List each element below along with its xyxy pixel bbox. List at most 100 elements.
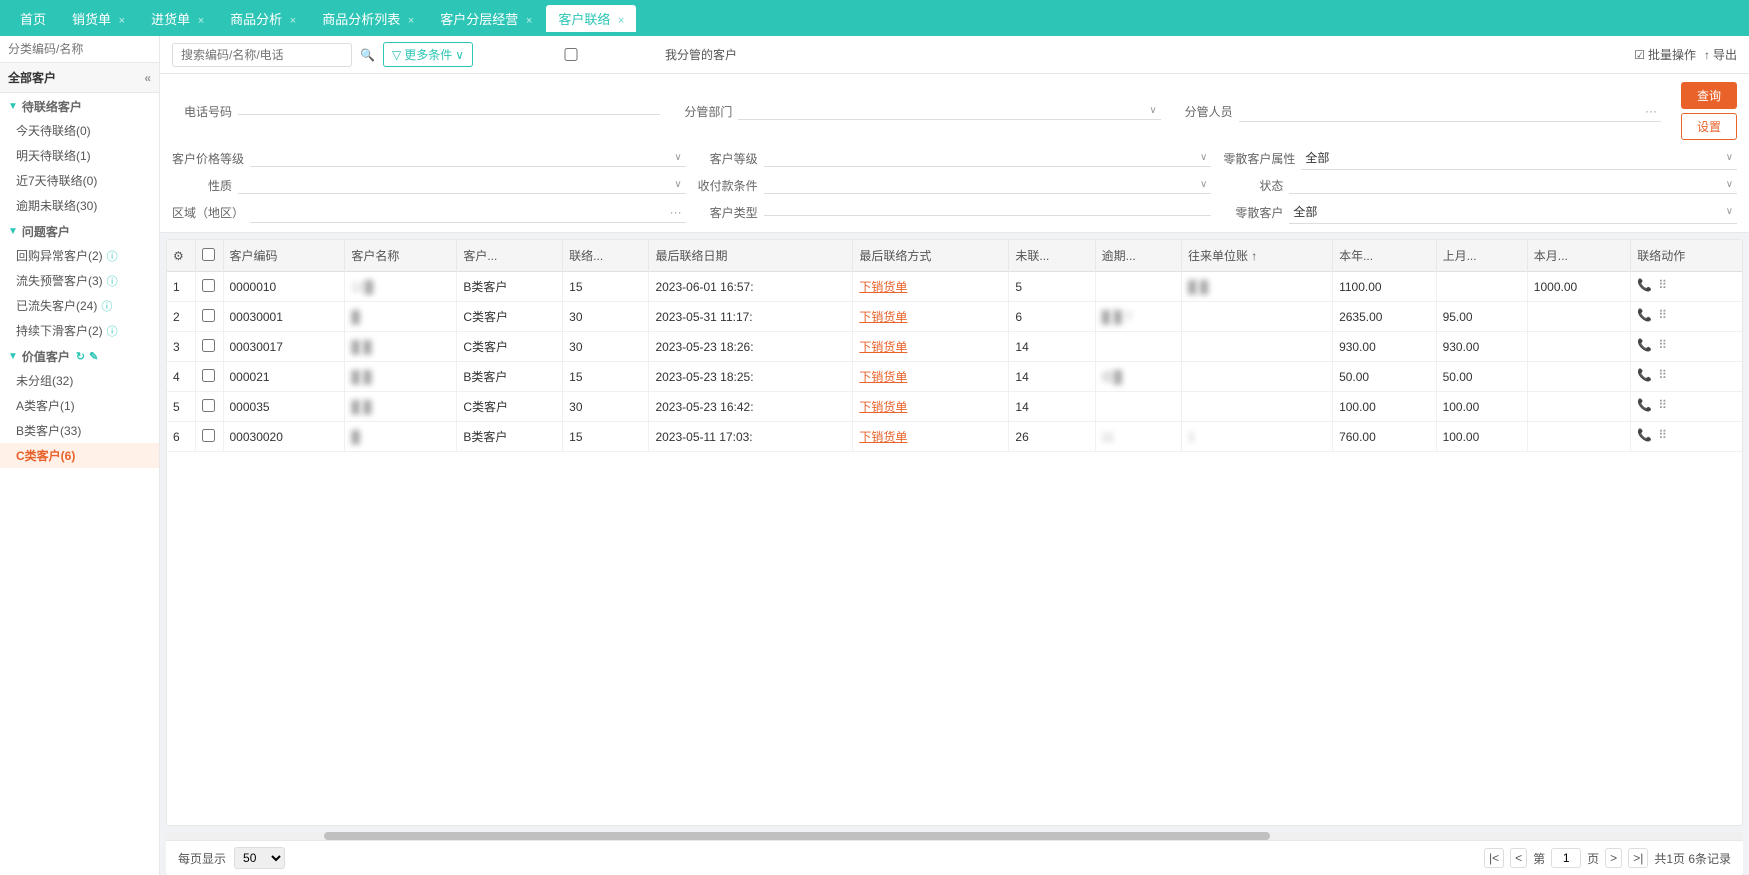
edit-icon[interactable]: ✎ xyxy=(89,350,98,363)
action-phone-icon[interactable]: 📞 xyxy=(1637,428,1652,442)
nav-goods-analysis[interactable]: 商品分析 × xyxy=(218,5,308,32)
row-last-method[interactable]: 下销货单 xyxy=(853,392,1009,422)
select-all-checkbox[interactable] xyxy=(202,248,215,261)
row-actions[interactable]: 📞 ⠿ xyxy=(1631,392,1742,418)
customer-type-input[interactable] xyxy=(764,209,1212,216)
nav-purchase[interactable]: 进货单 × xyxy=(139,5,216,32)
close-purchase-icon[interactable]: × xyxy=(198,15,204,27)
nav-customer-contact[interactable]: 客户联络 × xyxy=(546,5,636,32)
close-sales-icon[interactable]: × xyxy=(119,15,125,27)
row-checkbox[interactable] xyxy=(202,399,215,412)
row-actions[interactable]: 📞 ⠿ xyxy=(1631,362,1742,388)
refresh-icon[interactable]: ↻ xyxy=(76,350,85,363)
price-level-select[interactable]: ∨ xyxy=(250,149,686,167)
scrollbar-thumb[interactable] xyxy=(324,832,1270,840)
row-select[interactable] xyxy=(195,362,223,392)
sidebar-all-customers[interactable]: 全部客户 « xyxy=(0,63,159,93)
row-actions[interactable]: 📞 ⠿ xyxy=(1631,332,1742,358)
action-more-icon[interactable]: ⠿ xyxy=(1658,338,1667,352)
action-more-icon[interactable]: ⠿ xyxy=(1658,398,1667,412)
sidebar-item-class-c[interactable]: C类客户(6) xyxy=(0,443,159,468)
row-checkbox[interactable] xyxy=(202,429,215,442)
sidebar-item-tomorrow[interactable]: 明天待联络(1) xyxy=(0,143,159,168)
sidebar-item-class-a[interactable]: A类客户(1) xyxy=(0,393,159,418)
action-phone-icon[interactable]: 📞 xyxy=(1637,338,1652,352)
nav-customer-tier[interactable]: 客户分层经营 × xyxy=(428,5,544,32)
dept-select[interactable]: ∨ xyxy=(738,102,1160,120)
scatter-customer-select[interactable]: 全部 ∨ xyxy=(1289,200,1737,224)
nav-sales[interactable]: 销货单 × xyxy=(60,5,137,32)
row-checkbox[interactable] xyxy=(202,339,215,352)
search-icon[interactable]: 🔍 xyxy=(360,48,375,62)
row-last-method[interactable]: 下销货单 xyxy=(853,362,1009,392)
prev-page-btn[interactable]: < xyxy=(1510,848,1527,868)
nature-select[interactable]: ∨ xyxy=(238,176,686,194)
payment-select[interactable]: ∨ xyxy=(764,176,1212,194)
sidebar-search-input[interactable] xyxy=(8,42,160,56)
sidebar-item-unclassified[interactable]: 未分组(32) xyxy=(0,368,159,393)
search-input[interactable] xyxy=(172,43,352,67)
nav-goods-list[interactable]: 商品分析列表 × xyxy=(310,5,426,32)
row-last-method[interactable]: 下销货单 xyxy=(853,422,1009,452)
manager-input[interactable]: ··· xyxy=(1239,101,1661,122)
last-method-link[interactable]: 下销货单 xyxy=(859,430,907,444)
row-last-method[interactable]: 下销货单 xyxy=(853,302,1009,332)
sidebar-item-class-b[interactable]: B类客户(33) xyxy=(0,418,159,443)
action-more-icon[interactable]: ⠿ xyxy=(1658,428,1667,442)
query-button[interactable]: 查询 xyxy=(1681,82,1737,109)
close-tier-icon[interactable]: × xyxy=(526,15,532,27)
close-goods-icon[interactable]: × xyxy=(290,15,296,27)
first-page-btn[interactable]: |< xyxy=(1484,848,1504,868)
row-select[interactable] xyxy=(195,332,223,362)
batch-op-btn[interactable]: ☑ 批量操作 xyxy=(1634,46,1696,63)
scatter-attr-select[interactable]: 全部 ∨ xyxy=(1301,146,1737,170)
region-input[interactable]: ··· xyxy=(250,202,686,223)
last-method-link[interactable]: 下销货单 xyxy=(859,280,907,294)
next-page-btn[interactable]: > xyxy=(1605,848,1622,868)
action-more-icon[interactable]: ⠿ xyxy=(1658,368,1667,382)
sidebar-item-today[interactable]: 今天待联络(0) xyxy=(0,118,159,143)
my-customers-check[interactable] xyxy=(481,48,661,61)
export-btn[interactable]: ↑ 导出 xyxy=(1704,46,1737,63)
row-select[interactable] xyxy=(195,272,223,302)
sidebar-item-7days[interactable]: 近7天待联络(0) xyxy=(0,168,159,193)
last-page-btn[interactable]: >| xyxy=(1628,848,1648,868)
page-number-input[interactable] xyxy=(1551,848,1581,868)
row-checkbox[interactable] xyxy=(202,309,215,322)
action-phone-icon[interactable]: 📞 xyxy=(1637,368,1652,382)
action-phone-icon[interactable]: 📞 xyxy=(1637,398,1652,412)
row-select[interactable] xyxy=(195,302,223,332)
sidebar-item-churned[interactable]: 已流失客户(24) ⓘ xyxy=(0,293,159,318)
row-actions[interactable]: 📞 ⠿ xyxy=(1631,422,1742,448)
row-checkbox[interactable] xyxy=(202,279,215,292)
row-last-method[interactable]: 下销货单 xyxy=(853,332,1009,362)
status-select[interactable]: ∨ xyxy=(1289,176,1737,194)
row-select[interactable] xyxy=(195,392,223,422)
sidebar-item-repurchase-abnormal[interactable]: 回购异常客户(2) ⓘ xyxy=(0,243,159,268)
close-goods-list-icon[interactable]: × xyxy=(408,15,414,27)
sidebar-item-declining[interactable]: 持续下滑客户(2) ⓘ xyxy=(0,318,159,343)
nav-home[interactable]: 首页 xyxy=(8,5,58,32)
action-phone-icon[interactable]: 📞 xyxy=(1637,278,1652,292)
sidebar-item-churn-warning[interactable]: 流失预警客户(3) ⓘ xyxy=(0,268,159,293)
row-select[interactable] xyxy=(195,422,223,452)
last-method-link[interactable]: 下销货单 xyxy=(859,310,907,324)
customer-level-select[interactable]: ∨ xyxy=(764,149,1212,167)
per-page-select[interactable]: 50 100 200 xyxy=(234,847,285,869)
more-conditions-btn[interactable]: ▽ 更多条件 ∨ xyxy=(383,42,473,67)
action-more-icon[interactable]: ⠿ xyxy=(1658,278,1667,292)
close-contact-icon[interactable]: × xyxy=(618,15,624,27)
last-method-link[interactable]: 下销货单 xyxy=(859,400,907,414)
action-phone-icon[interactable]: 📞 xyxy=(1637,308,1652,322)
phone-input[interactable] xyxy=(238,108,660,115)
sidebar-item-overdue-contact[interactable]: 逾期未联络(30) xyxy=(0,193,159,218)
row-last-method[interactable]: 下销货单 xyxy=(853,272,1009,302)
col-gear[interactable]: ⚙ xyxy=(167,240,195,272)
row-actions[interactable]: 📞 ⠿ xyxy=(1631,302,1742,328)
last-method-link[interactable]: 下销货单 xyxy=(859,370,907,384)
set-button[interactable]: 设置 xyxy=(1681,113,1737,140)
my-customers-checkbox[interactable]: 我分管的客户 xyxy=(481,46,737,63)
horizontal-scrollbar[interactable] xyxy=(166,832,1743,840)
row-checkbox[interactable] xyxy=(202,369,215,382)
last-method-link[interactable]: 下销货单 xyxy=(859,340,907,354)
